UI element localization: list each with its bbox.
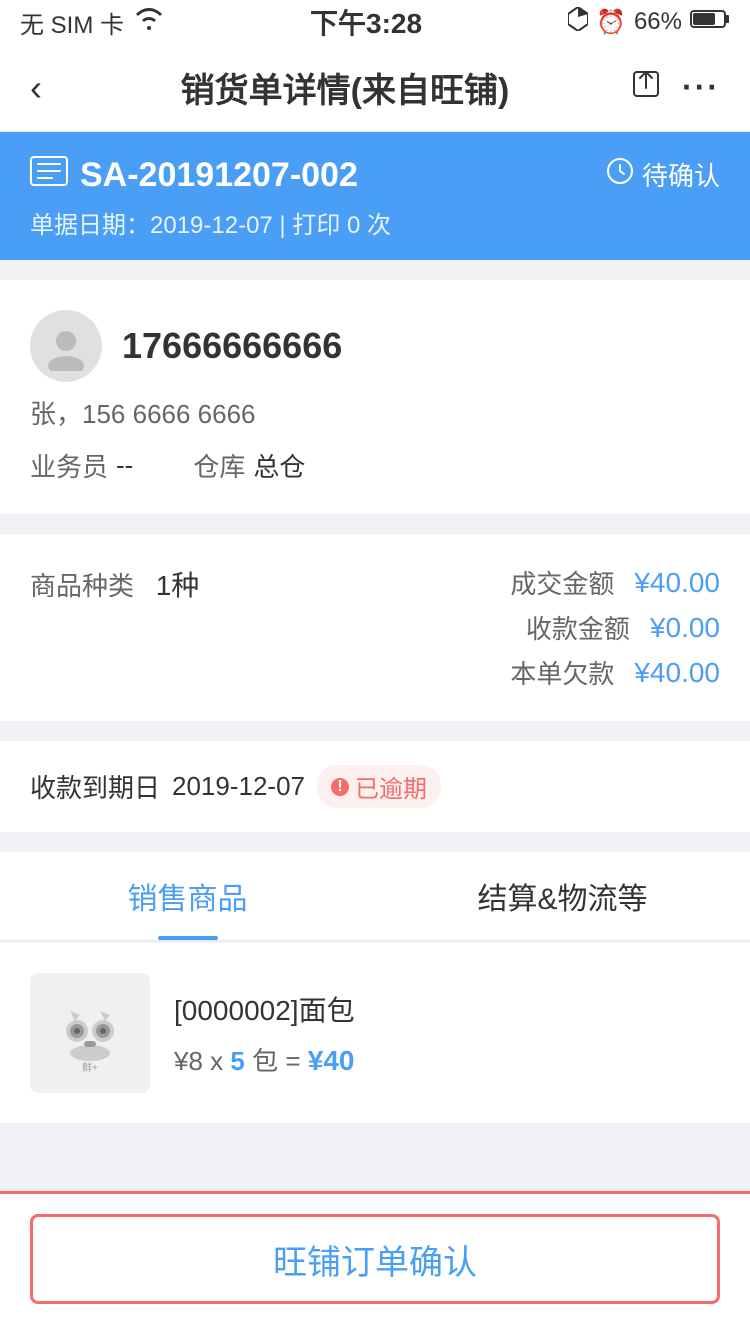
transaction-amount-row: 成交金额 ¥40.00 <box>510 564 720 601</box>
product-types-label: 商品种类 <box>30 571 134 601</box>
more-icon[interactable]: ··· <box>682 69 720 106</box>
order-icon <box>30 156 68 195</box>
battery-icon <box>690 8 730 37</box>
tab-settlement-label: 结算&物流等 <box>477 874 647 918</box>
nav-actions: ··· <box>600 68 720 108</box>
order-date: 单据日期：2019-12-07 | 打印 0 次 <box>30 205 391 240</box>
product-types-value: 1种 <box>156 570 200 601</box>
warehouse-field: 仓库 总仓 <box>193 447 305 484</box>
avatar <box>30 310 102 382</box>
warehouse-label: 仓库 <box>193 447 245 484</box>
product-name: [0000002]面包 <box>174 989 720 1029</box>
total-price: ¥40 <box>308 1045 355 1076</box>
received-label: 收款金额 <box>526 609 630 646</box>
overdue-badge: ! 已逾期 <box>317 765 441 808</box>
customer-phone: 17666666666 <box>122 325 342 367</box>
status-bar: 无 SIM 卡 下午3:28 ⏰ 66% <box>0 0 750 44</box>
tab-products-label: 销售商品 <box>128 874 248 918</box>
summary-card: 商品种类 1种 成交金额 ¥40.00 收款金额 ¥0.00 本单欠款 ¥40.… <box>0 534 750 721</box>
customer-meta: 业务员 -- 仓库 总仓 <box>30 447 720 484</box>
unit: 包 <box>252 1046 278 1076</box>
due-date-value: 2019-12-07 <box>172 771 305 802</box>
overdue-text: 已逾期 <box>355 769 427 804</box>
order-id: SA-20191207-002 <box>30 156 391 195</box>
product-info: [0000002]面包 ¥8 x 5 包 = ¥40 <box>174 989 720 1078</box>
tab-settlement[interactable]: 结算&物流等 <box>375 852 750 940</box>
location-icon <box>568 7 588 38</box>
product-types: 商品种类 1种 <box>30 564 199 604</box>
transaction-value: ¥40.00 <box>634 567 720 599</box>
unit-price: ¥8 <box>174 1046 203 1076</box>
tabs-container: 销售商品 结算&物流等 <box>0 852 750 941</box>
quantity: 5 <box>230 1046 244 1076</box>
overdue-dot-icon: ! <box>331 778 349 796</box>
status-left: 无 SIM 卡 <box>20 5 164 40</box>
salesperson-label: 业务员 <box>30 447 108 484</box>
salesperson-field: 业务员 -- <box>30 447 133 484</box>
warehouse-value: 总仓 <box>253 447 305 484</box>
owed-label: 本单欠款 <box>510 654 614 691</box>
battery-text: 66% <box>634 8 682 36</box>
table-row: 鲜+ [0000002]面包 ¥8 x 5 包 = ¥40 <box>0 943 750 1124</box>
product-thumbnail: 鲜+ <box>30 973 150 1093</box>
customer-card: 17666666666 张，156 6666 6666 业务员 -- 仓库 总仓 <box>0 280 750 514</box>
owed-value: ¥40.00 <box>634 657 720 689</box>
nav-bar: ‹ 销货单详情(来自旺铺) ··· <box>0 44 750 132</box>
received-value: ¥0.00 <box>650 612 720 644</box>
tab-products[interactable]: 销售商品 <box>0 852 375 940</box>
received-amount-row: 收款金额 ¥0.00 <box>526 609 720 646</box>
product-list: 鲜+ [0000002]面包 ¥8 x 5 包 = ¥40 <box>0 943 750 1124</box>
status-right: ⏰ 66% <box>568 7 730 38</box>
multiply-sign: x <box>210 1046 230 1076</box>
share-icon[interactable] <box>630 68 662 108</box>
owed-amount-row: 本单欠款 ¥40.00 <box>510 654 720 691</box>
alarm-icon: ⏰ <box>596 8 626 37</box>
confirm-order-button[interactable]: 旺铺订单确认 <box>30 1214 720 1304</box>
salesperson-value: -- <box>116 450 133 481</box>
summary-amounts: 成交金额 ¥40.00 收款金额 ¥0.00 本单欠款 ¥40.00 <box>510 564 720 691</box>
due-date-label: 收款到期日 <box>30 768 160 805</box>
transaction-label: 成交金额 <box>510 564 614 601</box>
tab-indicator <box>158 936 218 940</box>
back-button[interactable]: ‹ <box>30 67 90 109</box>
order-status: 待确认 <box>606 156 720 193</box>
status-time: 下午3:28 <box>310 2 422 42</box>
carrier-text: 无 SIM 卡 <box>20 5 124 40</box>
svg-text:鲜+: 鲜+ <box>82 1061 98 1073</box>
wifi-icon <box>134 8 164 37</box>
order-header: SA-20191207-002 单据日期：2019-12-07 | 打印 0 次… <box>0 132 750 260</box>
product-price: ¥8 x 5 包 = ¥40 <box>174 1041 720 1078</box>
clock-icon <box>606 157 634 192</box>
due-date-row: 收款到期日 2019-12-07 ! 已逾期 <box>0 741 750 832</box>
bottom-bar: 旺铺订单确认 <box>0 1191 750 1334</box>
customer-name: 张，156 6666 6666 <box>30 394 720 431</box>
equals-sign: = <box>285 1046 307 1076</box>
page-title: 销货单详情(来自旺铺) <box>90 63 600 112</box>
